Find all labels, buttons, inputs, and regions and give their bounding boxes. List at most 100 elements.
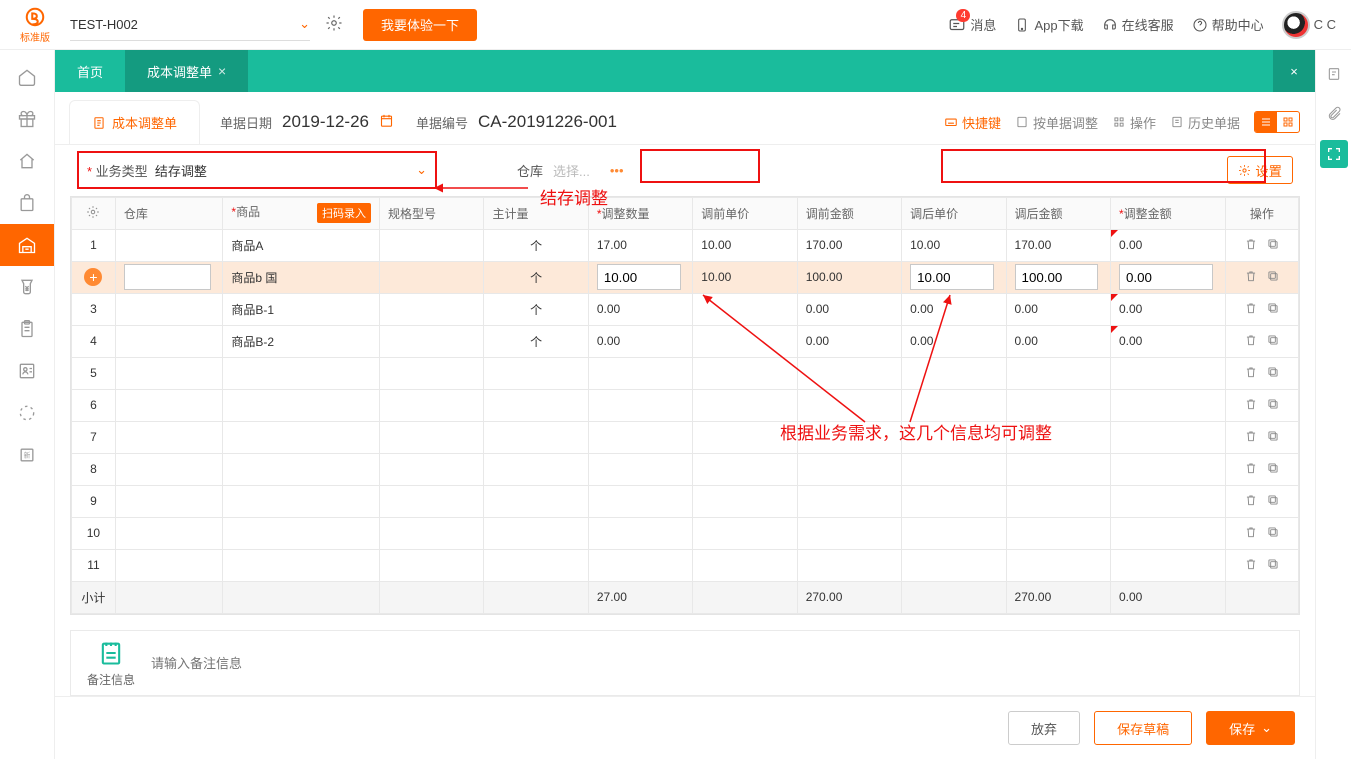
delete-icon[interactable]	[1244, 461, 1258, 478]
view-grid-icon[interactable]	[1277, 112, 1299, 132]
qty-input[interactable]	[597, 264, 681, 290]
calendar-icon[interactable]	[379, 113, 394, 131]
nav-loading-icon[interactable]	[0, 392, 54, 434]
copy-icon[interactable]	[1266, 493, 1280, 510]
by-order-button[interactable]: 按单据调整	[1015, 113, 1098, 132]
nav-contact-icon[interactable]	[0, 350, 54, 392]
adj-amount-input[interactable]	[1119, 264, 1213, 290]
svg-text:新: 新	[24, 451, 31, 460]
settings-button[interactable]: 设置	[1227, 156, 1293, 184]
right-sidebar	[1315, 50, 1351, 759]
delete-icon[interactable]	[1244, 269, 1258, 286]
nav-clipboard-icon[interactable]	[0, 308, 54, 350]
hotkey-button[interactable]: 快捷键	[944, 113, 1001, 132]
delete-icon[interactable]	[1244, 333, 1258, 350]
table-row[interactable]: 10	[72, 517, 1299, 549]
copy-icon[interactable]	[1266, 429, 1280, 446]
table-row[interactable]: 9	[72, 485, 1299, 517]
warehouse-select[interactable]: 仓库 选择... •••	[517, 161, 624, 180]
copy-icon[interactable]	[1266, 365, 1280, 382]
history-button[interactable]: 历史单据	[1170, 113, 1240, 132]
messages-button[interactable]: 4 消息	[948, 15, 996, 34]
delete-icon[interactable]	[1244, 397, 1258, 414]
gear-icon[interactable]	[325, 14, 343, 35]
nav-bag-icon[interactable]	[0, 182, 54, 224]
table-row[interactable]: 1商品A个17.0010.00170.0010.00170.000.00	[72, 229, 1299, 261]
delete-icon[interactable]	[1244, 429, 1258, 446]
delete-icon[interactable]	[1244, 301, 1258, 318]
scan-input-button[interactable]: 扫码录入	[317, 203, 371, 223]
delete-icon[interactable]	[1244, 493, 1258, 510]
col-pre-price: 调前单价	[693, 197, 797, 229]
subtotal-row: 小计 27.00 270.00 270.00 0.00	[72, 581, 1299, 613]
view-toggle[interactable]	[1254, 111, 1300, 133]
copy-icon[interactable]	[1266, 397, 1280, 414]
more-icon[interactable]: •••	[610, 163, 624, 178]
document-title-tab: 成本调整单	[69, 100, 200, 145]
biz-type-select[interactable]: * 业务类型 结存调整 ⌄	[77, 151, 437, 189]
note-icon[interactable]	[1320, 60, 1348, 88]
copy-icon[interactable]	[1266, 333, 1280, 350]
delete-icon[interactable]	[1244, 525, 1258, 542]
post-amount-input[interactable]	[1015, 264, 1099, 290]
operate-button[interactable]: 操作	[1112, 113, 1156, 132]
remarks-section: 备注信息	[70, 630, 1300, 697]
warehouse-input[interactable]	[124, 264, 211, 290]
try-button[interactable]: 我要体验一下	[363, 9, 477, 41]
table-row[interactable]: +商品b 国个10.00100.00	[72, 261, 1299, 293]
save-draft-button[interactable]: 保存草稿	[1094, 711, 1192, 745]
gear-column-header[interactable]	[72, 197, 116, 229]
delete-icon[interactable]	[1244, 237, 1258, 254]
copy-icon[interactable]	[1266, 557, 1280, 574]
tab-home[interactable]: 首页	[55, 50, 125, 92]
document-header: 成本调整单 单据日期 2019-12-26 单据编号 CA-20191226-0…	[55, 100, 1315, 145]
post-price-input[interactable]	[910, 264, 994, 290]
nav-money-icon[interactable]	[0, 266, 54, 308]
copy-icon[interactable]	[1266, 269, 1280, 286]
view-list-icon[interactable]	[1255, 112, 1277, 132]
left-sidebar: 新	[0, 50, 55, 759]
close-all-tabs[interactable]: ×	[1273, 50, 1315, 92]
user-menu[interactable]: C C	[1282, 11, 1336, 39]
help-button[interactable]: 帮助中心	[1192, 15, 1264, 34]
remarks-input[interactable]	[151, 647, 1299, 679]
col-warehouse: 仓库	[115, 197, 223, 229]
copy-icon[interactable]	[1266, 301, 1280, 318]
nav-up-icon[interactable]	[0, 140, 54, 182]
attachment-icon[interactable]	[1320, 100, 1348, 128]
col-product: *商品扫码录入	[223, 197, 380, 229]
copy-icon[interactable]	[1266, 525, 1280, 542]
delete-icon[interactable]	[1244, 365, 1258, 382]
col-post-amount: 调后金额	[1006, 197, 1110, 229]
abandon-button[interactable]: 放弃	[1008, 711, 1080, 745]
tab-cost-adjustment[interactable]: 成本调整单 ×	[125, 50, 248, 92]
nav-warehouse-icon[interactable]	[0, 224, 54, 266]
footer-actions: 放弃 保存草稿 保存⌄	[55, 696, 1315, 759]
table-row[interactable]: 11	[72, 549, 1299, 581]
org-select[interactable]: TEST-H002 ⌄	[70, 9, 310, 41]
messages-badge: 4	[956, 9, 970, 22]
nav-home-icon[interactable]	[0, 56, 54, 98]
add-row-icon[interactable]: +	[84, 268, 102, 286]
expand-icon[interactable]	[1320, 140, 1348, 168]
table-row[interactable]: 8	[72, 453, 1299, 485]
col-unit: 主计量	[484, 197, 588, 229]
customer-service-button[interactable]: 在线客服	[1102, 15, 1174, 34]
topbar: 标准版 TEST-H002 ⌄ 我要体验一下 4 消息 App下载 在线客服	[0, 0, 1351, 50]
nav-new-icon[interactable]: 新	[0, 434, 54, 476]
data-table: 仓库 *商品扫码录入 规格型号 主计量 *调整数量 调前单价 调前金额 调后单价…	[70, 196, 1300, 615]
form-row: * 业务类型 结存调整 ⌄ 仓库 选择... ••• 设置	[55, 145, 1315, 196]
copy-icon[interactable]	[1266, 461, 1280, 478]
table-row[interactable]: 7	[72, 421, 1299, 453]
col-adj-amount: *调整金额	[1110, 197, 1225, 229]
table-row[interactable]: 3商品B-1个0.000.000.000.000.00	[72, 293, 1299, 325]
delete-icon[interactable]	[1244, 557, 1258, 574]
app-download-button[interactable]: App下载	[1014, 15, 1083, 34]
copy-icon[interactable]	[1266, 237, 1280, 254]
table-row[interactable]: 5	[72, 357, 1299, 389]
save-button[interactable]: 保存⌄	[1206, 711, 1295, 745]
table-row[interactable]: 4商品B-2个0.000.000.000.000.00	[72, 325, 1299, 357]
close-icon[interactable]: ×	[218, 63, 226, 79]
nav-gift-icon[interactable]	[0, 98, 54, 140]
table-row[interactable]: 6	[72, 389, 1299, 421]
